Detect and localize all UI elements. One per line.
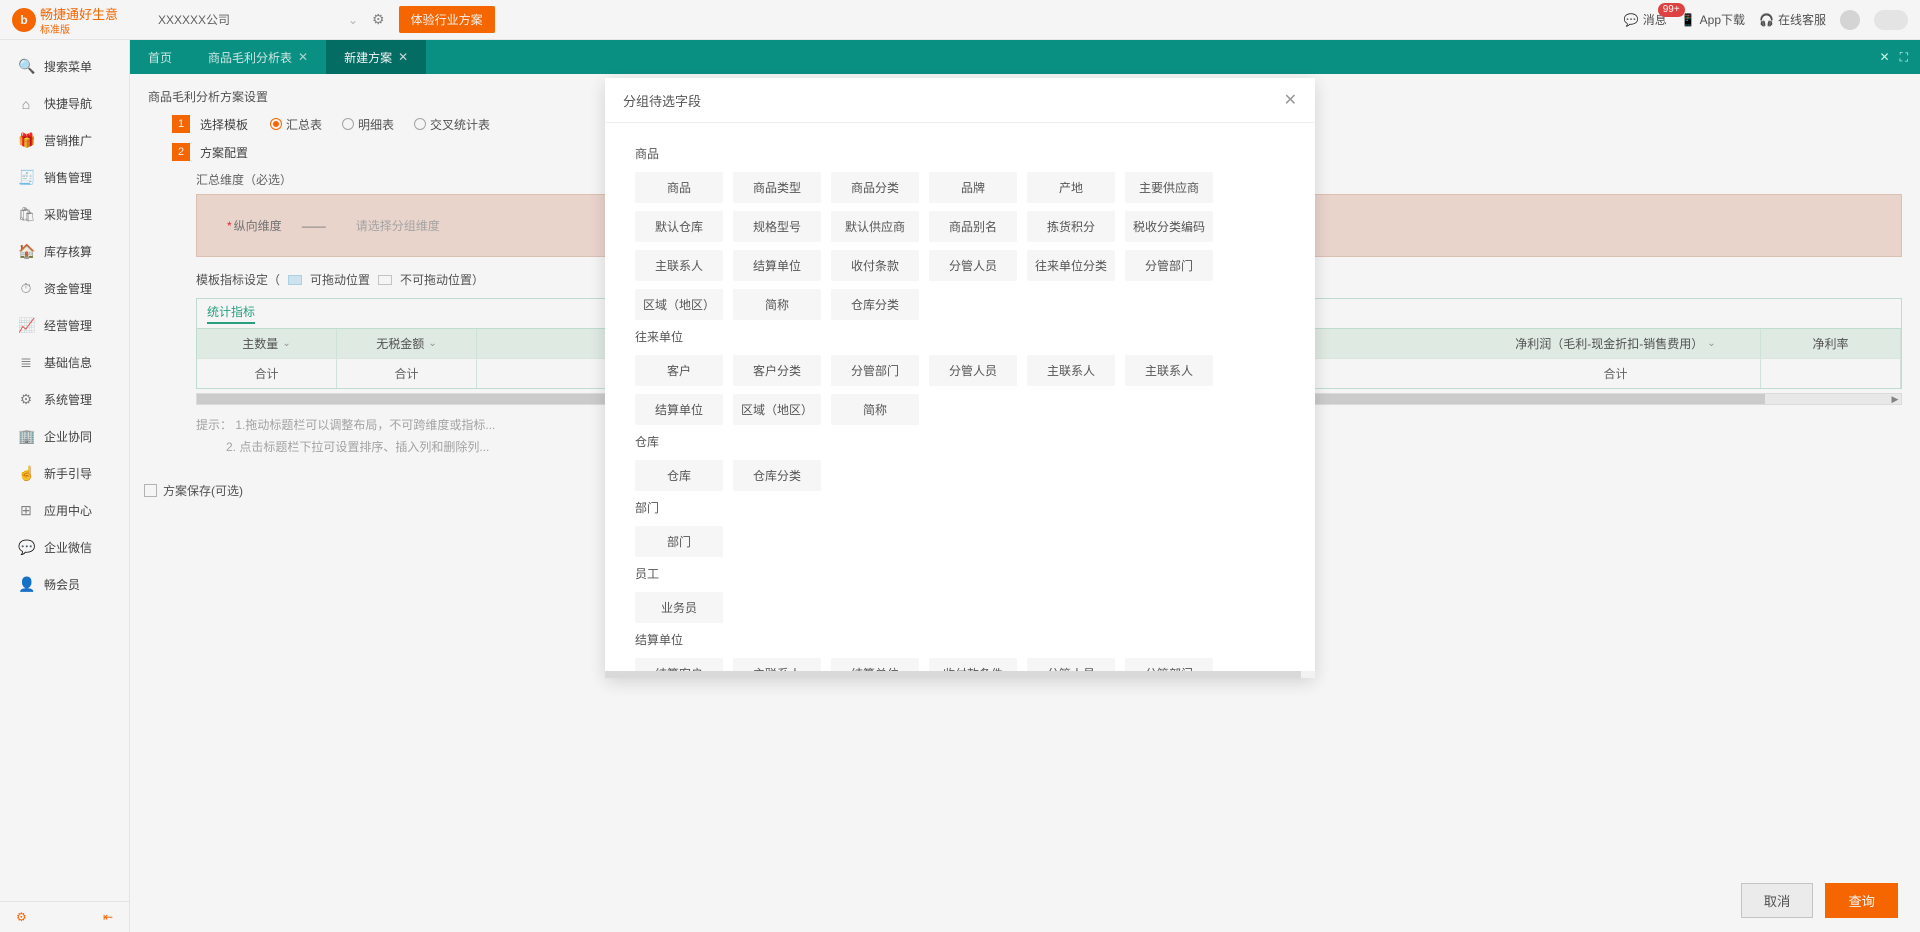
- field-chip-0-13[interactable]: 结算单位: [733, 250, 821, 281]
- field-chip-0-0[interactable]: 商品: [635, 172, 723, 203]
- field-chip-0-6[interactable]: 默认仓库: [635, 211, 723, 242]
- field-chip-0-5[interactable]: 主要供应商: [1125, 172, 1213, 203]
- field-chip-0-8[interactable]: 默认供应商: [831, 211, 919, 242]
- field-group-title-0: 商品: [635, 145, 1285, 162]
- modal-scrollbar[interactable]: [605, 671, 1315, 678]
- field-group-title-4: 员工: [635, 565, 1285, 582]
- field-chip-1-1[interactable]: 客户分类: [733, 355, 821, 386]
- field-chip-2-0[interactable]: 仓库: [635, 460, 723, 491]
- field-chip-5-5[interactable]: 分管部门: [1125, 658, 1213, 671]
- field-chip-0-10[interactable]: 拣货积分: [1027, 211, 1115, 242]
- field-group-title-5: 结算单位: [635, 631, 1285, 648]
- field-chip-0-4[interactable]: 产地: [1027, 172, 1115, 203]
- field-chip-1-0[interactable]: 客户: [635, 355, 723, 386]
- field-picker-modal: 分组待选字段 ✕ 商品商品商品类型商品分类品牌产地主要供应商默认仓库规格型号默认…: [605, 78, 1315, 678]
- field-chip-2-1[interactable]: 仓库分类: [733, 460, 821, 491]
- field-chip-5-1[interactable]: 主联系人: [733, 658, 821, 671]
- field-chip-0-14[interactable]: 收付条款: [831, 250, 919, 281]
- field-chip-0-16[interactable]: 往来单位分类: [1027, 250, 1115, 281]
- field-group-title-1: 往来单位: [635, 328, 1285, 345]
- field-chip-5-0[interactable]: 结算客户: [635, 658, 723, 671]
- field-chip-0-20[interactable]: 仓库分类: [831, 289, 919, 320]
- field-group-title-3: 部门: [635, 499, 1285, 516]
- field-chip-1-6[interactable]: 结算单位: [635, 394, 723, 425]
- modal-title: 分组待选字段: [623, 91, 701, 110]
- field-chip-0-2[interactable]: 商品分类: [831, 172, 919, 203]
- field-chip-0-1[interactable]: 商品类型: [733, 172, 821, 203]
- field-chip-0-11[interactable]: 税收分类编码: [1125, 211, 1213, 242]
- field-chip-1-4[interactable]: 主联系人: [1027, 355, 1115, 386]
- field-chip-0-15[interactable]: 分管人员: [929, 250, 1017, 281]
- modal-body: 商品商品商品类型商品分类品牌产地主要供应商默认仓库规格型号默认供应商商品别名拣货…: [605, 123, 1315, 671]
- field-chip-0-18[interactable]: 区域（地区）: [635, 289, 723, 320]
- modal-header: 分组待选字段 ✕: [605, 78, 1315, 123]
- field-chip-1-7[interactable]: 区域（地区）: [733, 394, 821, 425]
- field-chip-1-3[interactable]: 分管人员: [929, 355, 1017, 386]
- field-chip-4-0[interactable]: 业务员: [635, 592, 723, 623]
- field-chip-0-7[interactable]: 规格型号: [733, 211, 821, 242]
- field-chip-1-5[interactable]: 主联系人: [1125, 355, 1213, 386]
- field-chip-1-8[interactable]: 简称: [831, 394, 919, 425]
- field-chip-5-2[interactable]: 结算单位: [831, 658, 919, 671]
- field-chip-0-19[interactable]: 简称: [733, 289, 821, 320]
- field-chip-3-0[interactable]: 部门: [635, 526, 723, 557]
- field-chip-0-17[interactable]: 分管部门: [1125, 250, 1213, 281]
- close-icon[interactable]: ✕: [1284, 90, 1297, 110]
- field-chip-1-2[interactable]: 分管部门: [831, 355, 919, 386]
- field-chip-5-3[interactable]: 收付款条件: [929, 658, 1017, 671]
- field-group-title-2: 仓库: [635, 433, 1285, 450]
- field-chip-0-9[interactable]: 商品别名: [929, 211, 1017, 242]
- field-chip-5-4[interactable]: 分管人员: [1027, 658, 1115, 671]
- field-chip-0-3[interactable]: 品牌: [929, 172, 1017, 203]
- field-chip-0-12[interactable]: 主联系人: [635, 250, 723, 281]
